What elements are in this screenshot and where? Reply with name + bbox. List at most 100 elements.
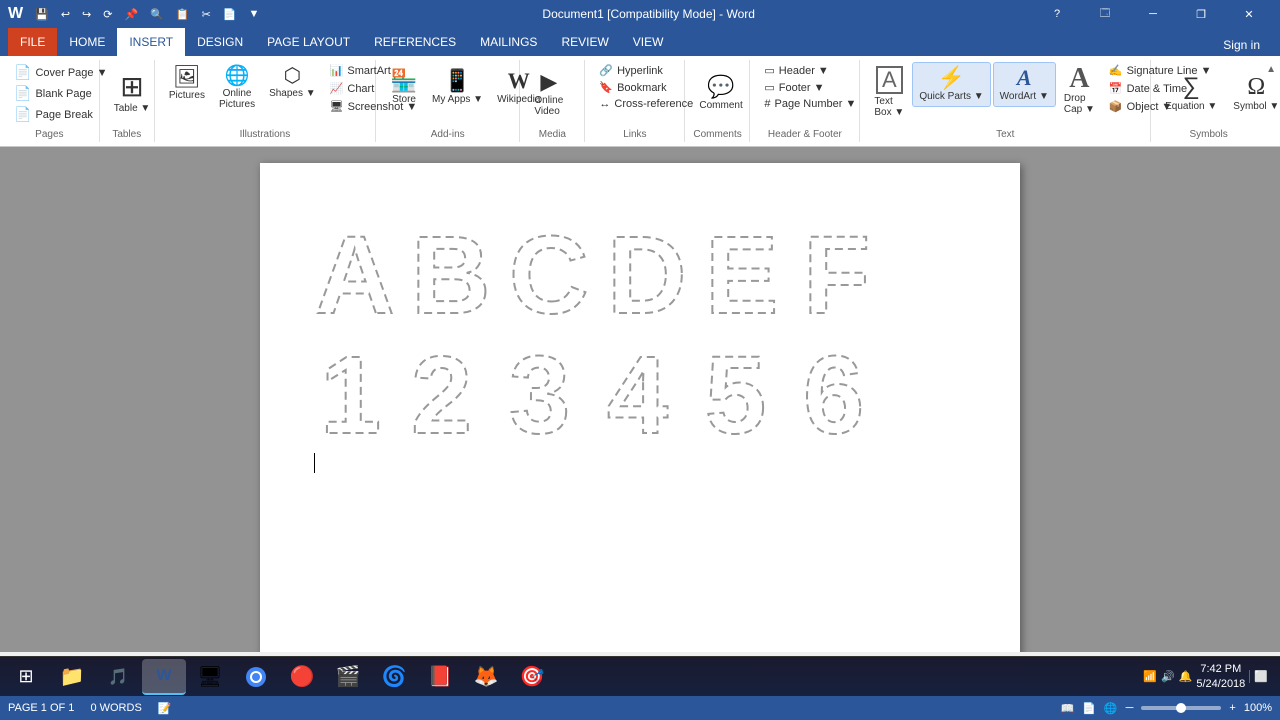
cross-reference-btn[interactable]: ↔ Cross-reference xyxy=(593,96,699,112)
proofing-icon[interactable]: 📝 xyxy=(158,702,172,715)
hyperlink-btn[interactable]: 🔗 Hyperlink xyxy=(593,62,669,79)
qa-undo[interactable]: ↩ xyxy=(57,6,74,23)
chrome-btn[interactable] xyxy=(234,659,278,695)
header-icon: ▭ xyxy=(764,64,774,77)
tab-home[interactable]: HOME xyxy=(57,28,117,56)
letter-B: B xyxy=(408,213,496,323)
zoom-out-btn[interactable]: ─ xyxy=(1126,702,1134,714)
target-btn[interactable]: 🎯 xyxy=(510,659,554,695)
help-button[interactable]: ? xyxy=(1034,0,1080,28)
drop-cap-btn[interactable]: A DropCap ▼ xyxy=(1058,62,1101,119)
cover-page-btn[interactable]: 📄 Cover Page ▼ xyxy=(8,62,113,83)
comments-group-label: Comments xyxy=(693,125,741,140)
ribbon-group-media: ▶ OnlineVideo Media xyxy=(520,60,585,142)
quick-parts-btn[interactable]: ⚡ Quick Parts ▼ xyxy=(912,62,990,107)
tables-group-label: Tables xyxy=(108,125,146,140)
qa-clipboard[interactable]: 📋 xyxy=(172,6,194,23)
view-web-btn[interactable]: 🌐 xyxy=(1104,702,1118,715)
chrome-icon xyxy=(244,665,268,689)
qa-print-preview[interactable]: 🔍 xyxy=(146,6,168,23)
zoom-slider[interactable] xyxy=(1141,706,1221,710)
file-explorer-btn[interactable]: 📁 xyxy=(50,659,94,695)
number-1: 1 xyxy=(310,333,398,443)
store-btn[interactable]: 🏪 Store xyxy=(384,66,424,109)
minimize-button[interactable]: ─ xyxy=(1130,0,1176,28)
number-4: 4 xyxy=(604,333,692,443)
qa-redo[interactable]: ↪ xyxy=(78,6,95,23)
svg-text:F: F xyxy=(803,214,870,323)
zoom-in-btn[interactable]: + xyxy=(1229,702,1235,714)
symbols-group-label: Symbols xyxy=(1159,125,1258,140)
video-btn[interactable]: 🎬 xyxy=(326,659,370,695)
hyperlink-icon: 🔗 xyxy=(599,64,613,77)
footer-btn[interactable]: ▭ Footer ▼ xyxy=(758,79,830,96)
equation-btn[interactable]: ∑ Equation ▼ xyxy=(1159,71,1223,116)
qa-refresh[interactable]: ⟳ xyxy=(99,6,116,23)
pictures-btn[interactable]: 🖼 Pictures xyxy=(163,62,211,105)
headerfooter-group-label: Header & Footer xyxy=(758,125,851,140)
tab-design[interactable]: DESIGN xyxy=(185,28,255,56)
view-read-btn[interactable]: 📖 xyxy=(1061,702,1075,715)
store-icon: 🏪 xyxy=(390,70,417,92)
tab-view[interactable]: VIEW xyxy=(621,28,676,56)
letter-E: E xyxy=(702,213,790,323)
tab-insert[interactable]: INSERT xyxy=(117,28,185,56)
ribbon-group-text: A TextBox ▼ ⚡ Quick Parts ▼ A WordArt ▼ … xyxy=(860,60,1151,142)
qa-dropdown[interactable]: ▼ xyxy=(245,6,264,22)
ribbon-group-pages: 📄 Cover Page ▼ 📄 Blank Page 📄 Page Break… xyxy=(0,60,100,142)
qa-save[interactable]: 💾 xyxy=(31,6,53,23)
comment-btn[interactable]: 💬 Comment xyxy=(693,72,748,115)
app1-btn[interactable]: 🔴 xyxy=(280,659,324,695)
qa-new[interactable]: 📄 xyxy=(219,6,241,23)
view-print-btn[interactable]: 📄 xyxy=(1082,702,1096,715)
svg-text:2: 2 xyxy=(411,334,472,443)
ribbon-group-headerfooter: ▭ Header ▼ ▭ Footer ▼ # Page Number ▼ He… xyxy=(750,60,860,142)
sign-in[interactable]: Sign in xyxy=(1211,34,1272,56)
ribbon-collapse[interactable]: ▲ xyxy=(1266,60,1280,142)
date-display: 5/24/2018 xyxy=(1196,677,1245,691)
ribbon-toggle[interactable]: 🗔 xyxy=(1082,0,1128,28)
my-apps-btn[interactable]: 📱 My Apps ▼ xyxy=(426,66,489,109)
time-block[interactable]: 7:42 PM 5/24/2018 xyxy=(1196,662,1245,691)
taskbar-right: 📶 🔊 🔔 7:42 PM 5/24/2018 ⬜ xyxy=(1143,662,1276,691)
qa-pin[interactable]: 📌 xyxy=(120,6,142,23)
document-title: Document1 [Compatibility Mode] - Word xyxy=(263,7,1034,21)
table-label: Table ▼ xyxy=(114,103,151,114)
groove-btn[interactable]: 🎵 xyxy=(96,659,140,695)
tab-references[interactable]: REFERENCES xyxy=(362,28,468,56)
cursor-area[interactable] xyxy=(310,453,970,473)
tab-page-layout[interactable]: PAGE LAYOUT xyxy=(255,28,362,56)
desktop-btn[interactable]: 🖥 xyxy=(188,659,232,695)
show-desktop-btn[interactable]: ⬜ xyxy=(1249,670,1268,683)
table-btn[interactable]: ⊞ Table ▼ xyxy=(108,69,157,118)
svg-text:6: 6 xyxy=(803,334,864,443)
pdf-btn[interactable]: 📕 xyxy=(418,659,462,695)
bookmark-btn[interactable]: 🔖 Bookmark xyxy=(593,79,672,96)
textbox-btn[interactable]: A TextBox ▼ xyxy=(868,62,910,122)
my-apps-icon: 📱 xyxy=(444,70,471,92)
start-button[interactable]: ⊞ xyxy=(4,659,48,695)
volume-icon[interactable]: 🔊 xyxy=(1161,670,1175,683)
document-page[interactable]: A B C D E F 1 2 xyxy=(260,163,1020,652)
firefox-btn[interactable]: 🌀 xyxy=(372,659,416,695)
svg-text:E: E xyxy=(705,214,778,323)
close-button[interactable]: ✕ xyxy=(1226,0,1272,28)
word-btn[interactable]: W xyxy=(142,659,186,695)
restore-button[interactable]: ❐ xyxy=(1178,0,1224,28)
shapes-btn[interactable]: ⬡ Shapes ▼ xyxy=(263,62,322,103)
header-btn[interactable]: ▭ Header ▼ xyxy=(758,62,834,79)
online-pictures-btn[interactable]: 🌐 OnlinePictures xyxy=(213,62,261,114)
tab-review[interactable]: REVIEW xyxy=(549,28,620,56)
notification-icon[interactable]: 🔔 xyxy=(1179,670,1193,683)
tab-file[interactable]: FILE xyxy=(8,28,57,56)
page-break-btn[interactable]: 📄 Page Break xyxy=(8,104,99,125)
blank-page-btn[interactable]: 📄 Blank Page xyxy=(8,83,98,104)
firefox2-btn[interactable]: 🦊 xyxy=(464,659,508,695)
page-number-btn[interactable]: # Page Number ▼ xyxy=(758,96,862,112)
tab-mailings[interactable]: MAILINGS xyxy=(468,28,549,56)
online-video-btn[interactable]: ▶ OnlineVideo xyxy=(528,67,569,121)
qa-cut[interactable]: ✂ xyxy=(198,6,215,23)
wordart-btn[interactable]: A WordArt ▼ xyxy=(993,62,1056,107)
network-icon[interactable]: 📶 xyxy=(1143,670,1157,683)
taskbar: ⊞ 📁 🎵 W 🖥 🔴 🎬 🌀 📕 🦊 🎯 📶 🔊 🔔 7:42 PM 5/24… xyxy=(0,656,1280,696)
